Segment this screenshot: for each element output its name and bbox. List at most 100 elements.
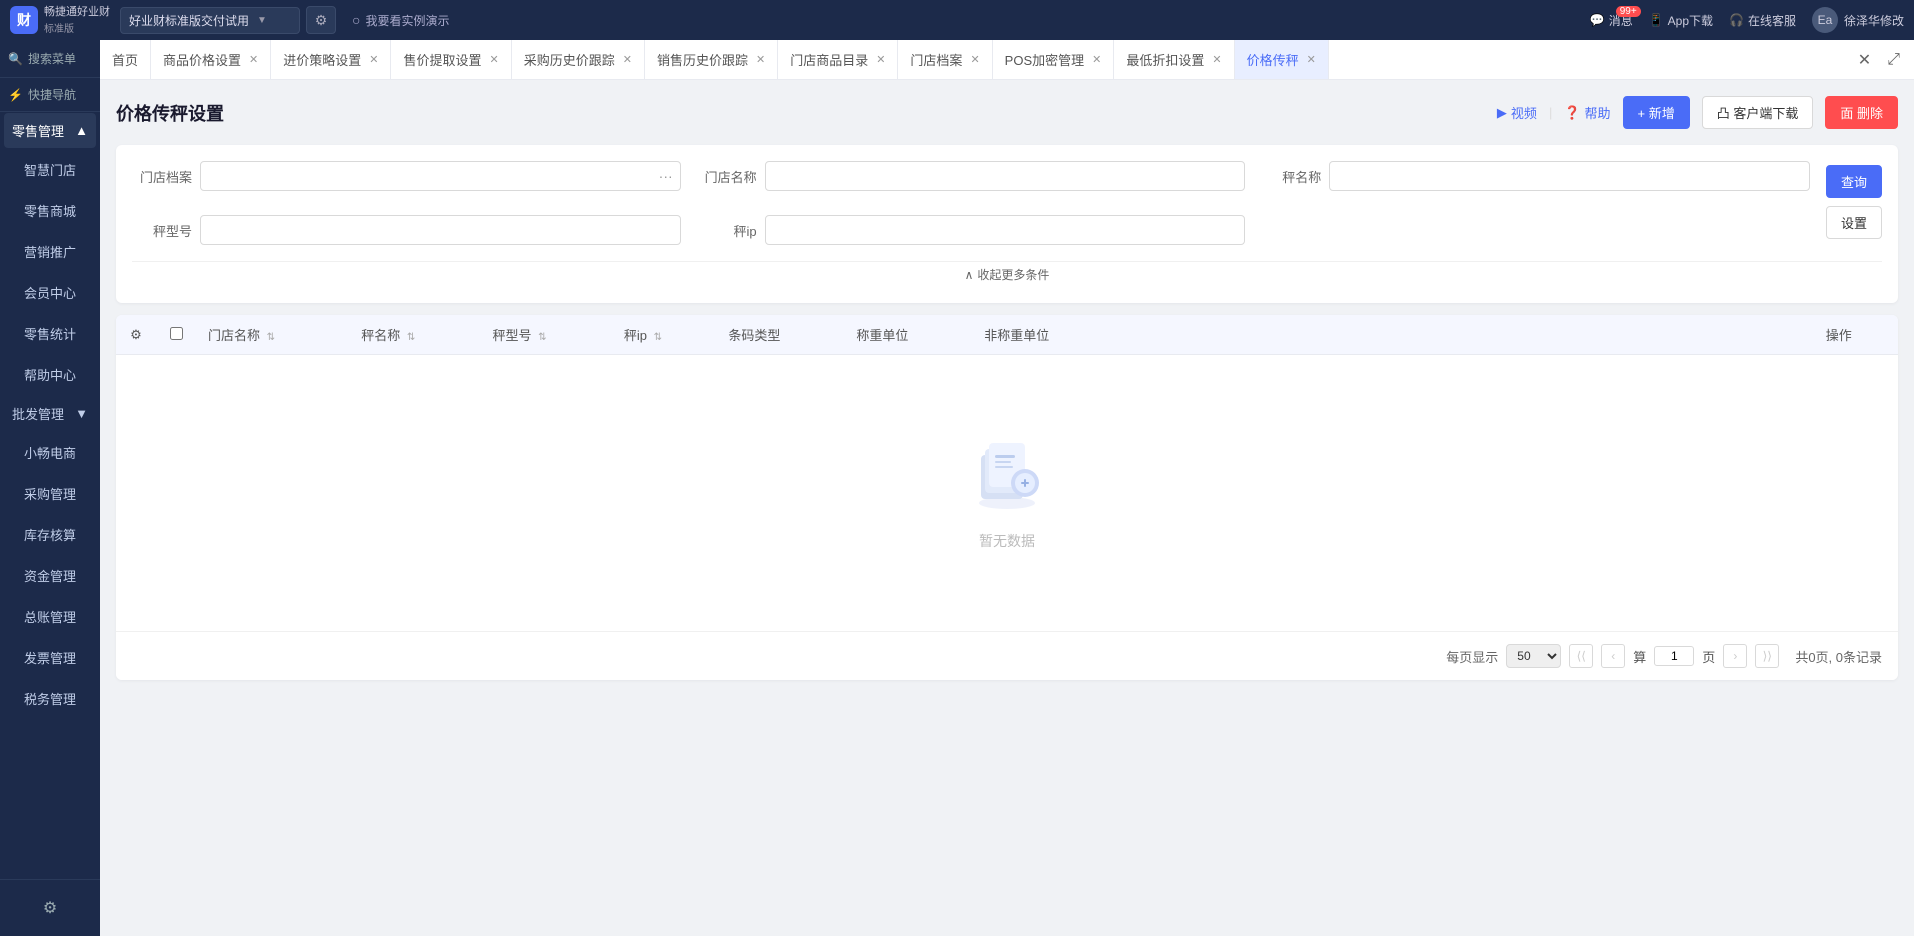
sidebar-item-retail-stats[interactable]: 零售统计 bbox=[4, 314, 96, 353]
sidebar-item-tax[interactable]: 税务管理 bbox=[4, 679, 96, 718]
tab-purchase-history[interactable]: 采购历史价跟踪 ✕ bbox=[512, 40, 645, 80]
messages-btn[interactable]: 💬 消息 99+ bbox=[1590, 12, 1633, 29]
sidebar-item-inventory[interactable]: 库存核算 bbox=[4, 515, 96, 554]
table-card: ⚙ 门店名称 ⇅ bbox=[116, 315, 1898, 680]
sidebar: 🔍 搜索菜单 ⚡ 快捷导航 零售管理 ▲ 智慧门店 零售商城 营销推广 会员 bbox=[0, 40, 100, 936]
tab-home[interactable]: 首页 bbox=[100, 40, 151, 80]
sidebar-item-wholesale[interactable]: 批发管理 ▼ bbox=[4, 396, 96, 431]
app-download-btn[interactable]: 📱 App下载 bbox=[1649, 12, 1713, 29]
tab-min-discount[interactable]: 最低折扣设置 ✕ bbox=[1114, 40, 1234, 80]
close-icon[interactable]: ✕ bbox=[249, 53, 258, 66]
scale-ip-input[interactable] bbox=[765, 215, 1246, 245]
form-settings-button[interactable]: 设置 bbox=[1826, 206, 1882, 239]
close-icon[interactable]: ✕ bbox=[970, 53, 979, 66]
small-ec-label: 小畅电商 bbox=[24, 443, 76, 462]
sidebar-item-invoice[interactable]: 发票管理 bbox=[4, 638, 96, 677]
tab-price-settings[interactable]: 商品价格设置 ✕ bbox=[151, 40, 271, 80]
tax-label: 税务管理 bbox=[24, 689, 76, 708]
tab-purchase-history-label: 采购历史价跟踪 bbox=[524, 50, 615, 69]
download-icon: 📱 bbox=[1649, 13, 1664, 27]
ellipsis-icon[interactable]: ··· bbox=[659, 168, 673, 184]
tab-min-discount-label: 最低折扣设置 bbox=[1126, 50, 1204, 69]
first-page-btn[interactable]: ⟨⟨ bbox=[1569, 644, 1593, 668]
service-icon: 🎧 bbox=[1729, 13, 1744, 27]
store-name-label: 门店名称 bbox=[697, 167, 757, 186]
wholesale-label: 批发管理 bbox=[12, 404, 64, 423]
close-icon[interactable]: ✕ bbox=[1212, 53, 1221, 66]
video-link[interactable]: ▶ 视频 bbox=[1497, 103, 1537, 122]
demo-link[interactable]: ○ 我要看实例演示 bbox=[352, 12, 449, 29]
sidebar-item-smart-store[interactable]: 智慧门店 bbox=[4, 150, 96, 189]
tab-expand-btn[interactable]: ⤢ bbox=[1883, 49, 1904, 71]
close-icon[interactable]: ✕ bbox=[1092, 53, 1101, 66]
tab-sales-history[interactable]: 销售历史价跟踪 ✕ bbox=[645, 40, 778, 80]
next-page-btn[interactable]: › bbox=[1723, 644, 1747, 668]
help-link[interactable]: ❓ 帮助 bbox=[1564, 103, 1610, 122]
close-icon[interactable]: ✕ bbox=[876, 53, 885, 66]
empty-text: 暂无数据 bbox=[979, 531, 1035, 551]
user-area[interactable]: Ea 徐泽华修改 bbox=[1812, 7, 1904, 33]
add-button[interactable]: + 新增 bbox=[1623, 96, 1690, 129]
user-name: 徐泽华修改 bbox=[1844, 12, 1904, 29]
form-item-store-profile: 门店档案 ··· bbox=[132, 161, 681, 191]
tab-sell-extract-label: 售价提取设置 bbox=[403, 50, 481, 69]
sidebar-quick-nav-btn[interactable]: ⚡ 快捷导航 bbox=[0, 78, 100, 112]
top-bar: 财 畅捷通好业财 标准版 好业财标准版交付试用 ▼ ⚙ ○ 我要看实例演示 💬 … bbox=[0, 0, 1914, 40]
version-dropdown[interactable]: 好业财标准版交付试用 ▼ bbox=[120, 7, 300, 34]
per-page-select[interactable]: 10 20 50 100 bbox=[1506, 644, 1561, 668]
last-page-btn[interactable]: ⟩⟩ bbox=[1755, 644, 1779, 668]
page-header: 价格传秤设置 ▶ 视频 | ❓ 帮助 + 新增 bbox=[116, 96, 1898, 129]
tab-price-scale[interactable]: 价格传秤 ✕ bbox=[1235, 40, 1329, 80]
tab-close-btn[interactable]: ✕ bbox=[1854, 48, 1875, 72]
store-name-input[interactable] bbox=[765, 161, 1246, 191]
total-text: 共0页, 0条记录 bbox=[1795, 647, 1882, 666]
sidebar-item-finance[interactable]: 资金管理 bbox=[4, 556, 96, 595]
sidebar-item-small-ec[interactable]: 小畅电商 bbox=[4, 433, 96, 472]
delete-button[interactable]: 面 删除 bbox=[1825, 96, 1898, 129]
close-icon[interactable]: ✕ bbox=[623, 53, 632, 66]
sidebar-item-retail[interactable]: 零售管理 ▲ bbox=[4, 113, 96, 148]
form-settings-label: 设置 bbox=[1841, 213, 1867, 232]
select-all-checkbox[interactable] bbox=[170, 327, 183, 340]
tab-sell-extract[interactable]: 售价提取设置 ✕ bbox=[391, 40, 511, 80]
settings-btn[interactable]: ⚙ bbox=[306, 6, 336, 34]
tab-bar-right: ✕ ⤢ bbox=[1844, 48, 1914, 72]
th-scale-ip-label: 秤ip bbox=[624, 328, 647, 343]
sidebar-item-general-ledger[interactable]: 总账管理 bbox=[4, 597, 96, 636]
prev-page-btn[interactable]: ‹ bbox=[1601, 644, 1625, 668]
video-icon: ▶ bbox=[1497, 105, 1507, 121]
search-card: 门店档案 ··· 门店名称 bbox=[116, 145, 1898, 303]
sidebar-item-ecommerce[interactable]: 零售商城 bbox=[4, 191, 96, 230]
table-gear-icon[interactable]: ⚙ bbox=[130, 327, 142, 342]
prev-icon: ‹ bbox=[1611, 649, 1615, 663]
scale-model-input[interactable] bbox=[200, 215, 681, 245]
member-label: 会员中心 bbox=[24, 283, 76, 302]
store-profile-input[interactable] bbox=[200, 161, 681, 191]
sidebar-item-purchase[interactable]: 采购管理 bbox=[4, 474, 96, 513]
tab-purchase-strategy[interactable]: 进价策略设置 ✕ bbox=[271, 40, 391, 80]
ecommerce-label: 零售商城 bbox=[24, 201, 76, 220]
sidebar-item-marketing[interactable]: 营销推广 bbox=[4, 232, 96, 271]
tab-pos-management[interactable]: POS加密管理 ✕ bbox=[993, 40, 1115, 80]
close-icon[interactable]: ✕ bbox=[756, 53, 765, 66]
download-button[interactable]: 凸 客户端下载 bbox=[1702, 96, 1814, 129]
app-container: 财 畅捷通好业财 标准版 好业财标准版交付试用 ▼ ⚙ ○ 我要看实例演示 💬 … bbox=[0, 0, 1914, 936]
sidebar-item-member[interactable]: 会员中心 bbox=[4, 273, 96, 312]
th-barcode-type: 条码类型 bbox=[716, 315, 844, 355]
close-icon[interactable]: ✕ bbox=[490, 53, 499, 66]
sidebar-gear-btn[interactable]: ⚙ bbox=[0, 890, 100, 926]
first-icon: ⟨⟨ bbox=[1577, 649, 1586, 663]
expand-icon: ▲ bbox=[75, 123, 88, 138]
close-icon[interactable]: ✕ bbox=[369, 53, 378, 66]
query-button[interactable]: 查询 bbox=[1826, 165, 1882, 198]
scale-name-input[interactable] bbox=[1329, 161, 1810, 191]
sort-icon: ⇅ bbox=[407, 332, 415, 343]
online-service-btn[interactable]: 🎧 在线客服 bbox=[1729, 12, 1796, 29]
sidebar-search-btn[interactable]: 🔍 搜索菜单 bbox=[0, 40, 100, 78]
page-input[interactable] bbox=[1654, 646, 1694, 666]
close-icon[interactable]: ✕ bbox=[1307, 53, 1316, 66]
sidebar-item-help[interactable]: 帮助中心 bbox=[4, 355, 96, 394]
collapse-btn[interactable]: ∧ 收起更多条件 bbox=[965, 266, 1050, 283]
tab-store-profile[interactable]: 门店档案 ✕ bbox=[898, 40, 992, 80]
tab-store-catalog[interactable]: 门店商品目录 ✕ bbox=[778, 40, 898, 80]
